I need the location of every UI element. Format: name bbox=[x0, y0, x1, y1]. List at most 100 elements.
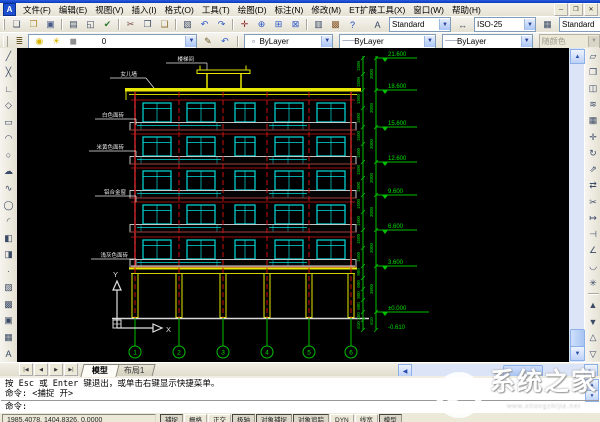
match-properties-icon[interactable]: ▧ bbox=[179, 17, 196, 33]
layer-on-off-icon[interactable]: ◉ bbox=[31, 33, 48, 49]
toolbar-grip[interactable] bbox=[3, 19, 5, 30]
menu-item[interactable]: 视图(V) bbox=[91, 4, 127, 16]
hatch-icon[interactable]: ▨ bbox=[0, 279, 17, 296]
scale-icon[interactable]: ⇗ bbox=[585, 162, 600, 178]
tab-next-button[interactable]: ▶ bbox=[49, 363, 63, 376]
spelling-icon[interactable]: ✔ bbox=[99, 17, 116, 33]
status-toggle-对象追踪[interactable]: 对象追踪 bbox=[293, 414, 329, 422]
layer-lock-icon[interactable]: ◼ bbox=[65, 33, 82, 49]
save-icon[interactable]: ▣ bbox=[42, 17, 59, 33]
menu-item[interactable]: 格式(O) bbox=[161, 4, 198, 16]
draworder-under-icon[interactable]: ▽ bbox=[585, 346, 600, 362]
mirror-icon[interactable]: ◫ bbox=[585, 80, 600, 96]
trim-icon[interactable]: ✂ bbox=[585, 194, 600, 210]
elevation-marker[interactable] bbox=[382, 58, 388, 62]
properties-icon[interactable]: ▥ bbox=[310, 17, 327, 33]
status-toggle-DYN[interactable]: DYN bbox=[330, 414, 354, 422]
tab-last-button[interactable]: ▶| bbox=[64, 363, 78, 376]
drawing-canvas[interactable]: 1500 1500 1500 1500 1500 1500 1500 1500 1500 1500… bbox=[17, 48, 569, 362]
stretch-icon[interactable]: ⇄ bbox=[585, 178, 600, 194]
polyline-icon[interactable]: ∟ bbox=[0, 81, 17, 98]
status-toggle-正交[interactable]: 正交 bbox=[208, 414, 231, 422]
combo-arrow-icon[interactable]: ▼ bbox=[185, 35, 197, 47]
undo-icon[interactable]: ↶ bbox=[196, 17, 213, 33]
revision-cloud-icon[interactable]: ☁ bbox=[0, 164, 17, 181]
menu-item[interactable]: 修改(M) bbox=[307, 4, 345, 16]
zoom-realtime-icon[interactable]: ⊕ bbox=[253, 17, 270, 33]
make-block-icon[interactable]: ◨ bbox=[0, 246, 17, 263]
multiline-text-icon[interactable]: A bbox=[0, 346, 17, 363]
combo-arrow-icon[interactable]: ▼ bbox=[423, 35, 435, 47]
plot-preview-icon[interactable]: ◱ bbox=[82, 17, 99, 33]
zoom-window-icon[interactable]: ⊞ bbox=[270, 17, 287, 33]
cut-icon[interactable]: ✂ bbox=[122, 17, 139, 33]
rectangle-icon[interactable]: ▭ bbox=[0, 114, 17, 131]
dim-style-combo[interactable]: ISO-25 ▼ bbox=[474, 17, 536, 32]
linetype-combo[interactable]: ——— ByLayer ▼ bbox=[339, 33, 436, 49]
elevation-marker[interactable] bbox=[382, 312, 388, 316]
designcenter-icon[interactable]: ▩ bbox=[327, 17, 344, 33]
elevation-marker[interactable] bbox=[382, 127, 388, 131]
erase-icon[interactable]: ▱ bbox=[585, 48, 600, 64]
draworder-front-icon[interactable]: ▲ bbox=[585, 297, 600, 313]
menu-item[interactable]: 窗口(W) bbox=[409, 4, 448, 16]
offset-icon[interactable]: ≋ bbox=[585, 97, 600, 113]
vertical-scrollbar[interactable]: ▲ ▼ bbox=[569, 48, 585, 362]
menu-item[interactable]: 编辑(E) bbox=[55, 4, 91, 16]
tab-previous-button[interactable]: ◀ bbox=[34, 363, 48, 376]
command-window[interactable]: 按 Esc 或 Enter 键退出，或单击右键显示快捷菜单。 命令: <捕捉 开… bbox=[0, 376, 600, 414]
scroll-up-icon[interactable]: ▲ bbox=[570, 49, 585, 64]
pan-icon[interactable]: ✛ bbox=[236, 17, 253, 33]
text-style-combo[interactable]: Standard ▼ bbox=[389, 17, 451, 32]
gradient-icon[interactable]: ▩ bbox=[0, 296, 17, 313]
combo-arrow-icon[interactable]: ▼ bbox=[321, 35, 333, 47]
ellipse-icon[interactable]: ◯ bbox=[0, 197, 17, 214]
arc-icon[interactable]: ◠ bbox=[0, 131, 17, 148]
tab-first-button[interactable]: |◀ bbox=[19, 363, 33, 376]
elevation-marker[interactable] bbox=[382, 162, 388, 166]
menu-item[interactable]: 绘图(D) bbox=[234, 4, 271, 16]
elevation-marker[interactable] bbox=[382, 230, 388, 234]
menu-item[interactable]: 标注(N) bbox=[271, 4, 308, 16]
roof-bulkhead[interactable] bbox=[196, 65, 251, 89]
redo-icon[interactable]: ↷ bbox=[213, 17, 230, 33]
color-combo[interactable]: ▫ ByLayer ▼ bbox=[244, 33, 334, 49]
fillet-icon[interactable]: ◡ bbox=[585, 259, 600, 275]
leader-hook[interactable] bbox=[145, 77, 155, 89]
copy-icon[interactable]: ❐ bbox=[139, 17, 156, 33]
toolbar-grip[interactable] bbox=[3, 35, 8, 47]
move-icon[interactable]: ✛ bbox=[585, 129, 600, 145]
elevation-marker[interactable] bbox=[382, 195, 388, 199]
layer-color-swatch[interactable]: ▪ bbox=[82, 33, 99, 49]
menu-item[interactable]: 帮助(H) bbox=[448, 4, 485, 16]
polygon-icon[interactable]: ◇ bbox=[0, 98, 17, 115]
restore-window-button[interactable]: ❐ bbox=[569, 3, 583, 16]
combo-arrow-icon[interactable]: ▼ bbox=[520, 35, 532, 47]
balcony-slab[interactable] bbox=[129, 190, 357, 199]
status-toggle-模型[interactable]: 模型 bbox=[378, 414, 402, 422]
status-toggle-极轴[interactable]: 极轴 bbox=[232, 414, 255, 422]
draworder-above-icon[interactable]: △ bbox=[585, 330, 600, 346]
insert-block-icon[interactable]: ◧ bbox=[0, 230, 17, 247]
scroll-down-icon[interactable]: ▼ bbox=[570, 346, 585, 361]
make-object-layer-current-icon[interactable]: ✎ bbox=[199, 33, 216, 49]
layer-previous-icon[interactable]: ↶ bbox=[216, 33, 233, 49]
close-window-button[interactable]: ✕ bbox=[584, 3, 598, 16]
elevation-marker[interactable] bbox=[382, 266, 388, 270]
combo-arrow-icon[interactable]: ▼ bbox=[524, 19, 535, 30]
circle-icon[interactable]: ○ bbox=[0, 147, 17, 164]
explode-icon[interactable]: ✳ bbox=[585, 275, 600, 291]
spline-icon[interactable]: ∿ bbox=[0, 180, 17, 197]
new-icon[interactable]: ❏ bbox=[8, 17, 25, 33]
help-icon[interactable]: ? bbox=[344, 17, 361, 33]
line-icon[interactable]: ╱ bbox=[0, 48, 17, 65]
status-toggle-线宽[interactable]: 线宽 bbox=[354, 414, 378, 422]
minimize-window-button[interactable]: ─ bbox=[554, 3, 568, 16]
plot-icon[interactable]: ▤ bbox=[65, 17, 82, 33]
menu-item[interactable]: 插入(I) bbox=[128, 4, 161, 16]
construction-line-icon[interactable]: ╳ bbox=[0, 65, 17, 82]
ellipse-arc-icon[interactable]: ◜ bbox=[0, 213, 17, 230]
horizontal-scrollbar[interactable]: ◀ ▶ bbox=[398, 364, 598, 378]
chamfer-icon[interactable]: ∠ bbox=[585, 243, 600, 259]
layer-combo[interactable]: ◉ ☀ ◼ ▪ 0 ▼ bbox=[27, 33, 198, 49]
